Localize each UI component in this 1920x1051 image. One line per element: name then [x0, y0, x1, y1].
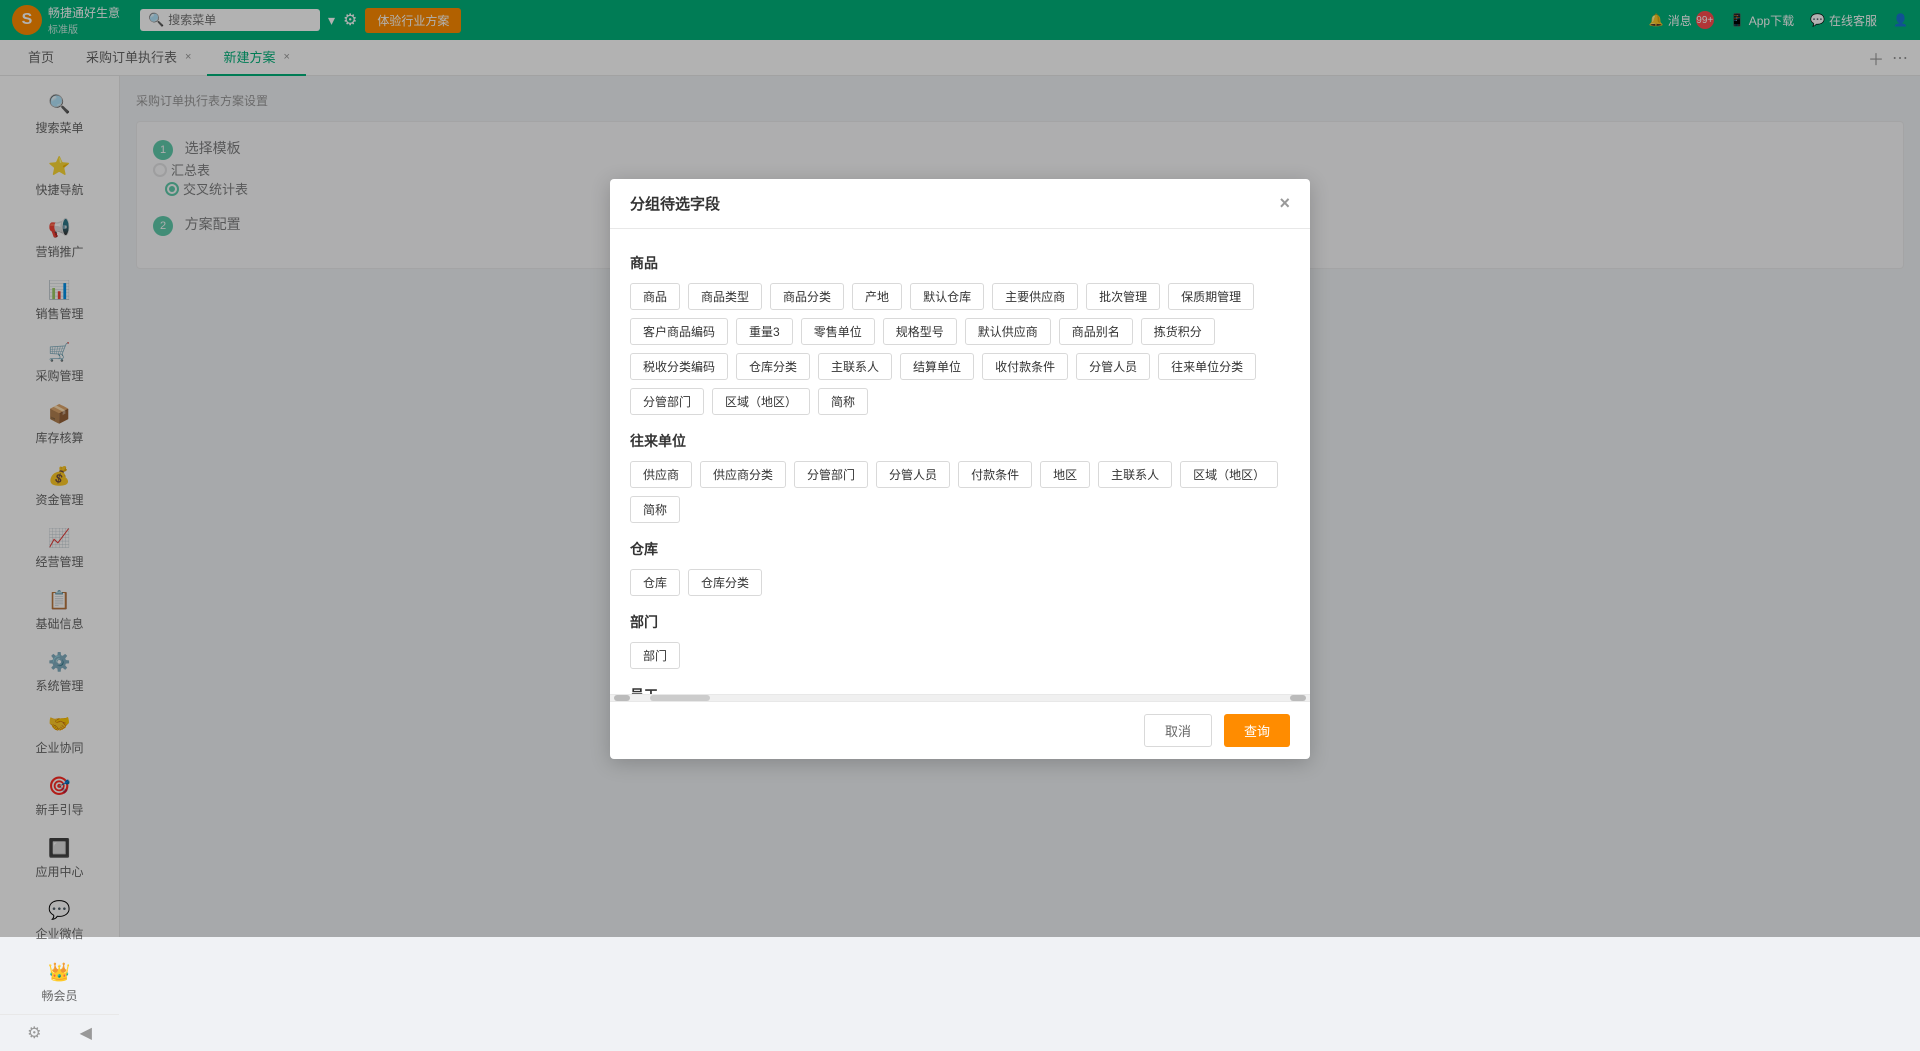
modal-header: 分组待选字段 ×: [610, 179, 1310, 229]
field-tag-product-18[interactable]: 结算单位: [900, 353, 974, 380]
field-tag-product-1[interactable]: 商品类型: [688, 283, 762, 310]
field-tag-warehouse-1[interactable]: 仓库分类: [688, 569, 762, 596]
field-tag-product-3[interactable]: 产地: [852, 283, 902, 310]
field-tag-product-2[interactable]: 商品分类: [770, 283, 844, 310]
section-title-warehouse: 仓库: [630, 539, 1290, 559]
field-tag-product-17[interactable]: 主联系人: [818, 353, 892, 380]
section-title-product: 商品: [630, 253, 1290, 273]
field-tag-product-15[interactable]: 税收分类编码: [630, 353, 728, 380]
sidebar-bottom: ⚙ ◀: [0, 1014, 119, 1051]
field-tag-partner-6[interactable]: 主联系人: [1098, 461, 1172, 488]
section-title-department: 部门: [630, 612, 1290, 632]
field-tag-partner-1[interactable]: 供应商分类: [700, 461, 786, 488]
field-tag-partner-2[interactable]: 分管部门: [794, 461, 868, 488]
field-tag-partner-4[interactable]: 付款条件: [958, 461, 1032, 488]
field-tag-product-24[interactable]: 简称: [818, 388, 868, 415]
field-tag-partner-0[interactable]: 供应商: [630, 461, 692, 488]
field-tag-partner-8[interactable]: 简称: [630, 496, 680, 523]
modal-footer: 取消 查询: [610, 701, 1310, 759]
field-tag-product-9[interactable]: 重量3: [736, 318, 793, 345]
field-tag-product-23[interactable]: 区域（地区）: [712, 388, 810, 415]
modal-close-button[interactable]: ×: [1279, 193, 1290, 214]
sidebar-collapse-btn[interactable]: ◀: [80, 1023, 92, 1043]
field-group-partner: 供应商 供应商分类 分管部门 分管人员 付款条件 地区 主联系人 区域（地区） …: [630, 461, 1290, 523]
field-tag-product-14[interactable]: 拣货积分: [1141, 318, 1215, 345]
field-tag-warehouse-0[interactable]: 仓库: [630, 569, 680, 596]
field-tag-product-10[interactable]: 零售单位: [801, 318, 875, 345]
field-tag-product-16[interactable]: 仓库分类: [736, 353, 810, 380]
modal-title: 分组待选字段: [630, 193, 720, 214]
sidebar-item-member-label: 畅会员: [41, 987, 77, 1004]
section-title-partner: 往来单位: [630, 431, 1290, 451]
field-tag-partner-5[interactable]: 地区: [1040, 461, 1090, 488]
confirm-button[interactable]: 查询: [1224, 714, 1290, 747]
field-tag-product-19[interactable]: 收付款条件: [982, 353, 1068, 380]
section-title-employee: 员工: [630, 685, 1290, 694]
field-tag-product-4[interactable]: 默认仓库: [910, 283, 984, 310]
field-tag-product-6[interactable]: 批次管理: [1086, 283, 1160, 310]
field-tag-partner-7[interactable]: 区域（地区）: [1180, 461, 1278, 488]
field-tag-partner-3[interactable]: 分管人员: [876, 461, 950, 488]
field-tag-product-11[interactable]: 规格型号: [883, 318, 957, 345]
field-tag-product-20[interactable]: 分管人员: [1076, 353, 1150, 380]
field-group-department: 部门: [630, 642, 1290, 669]
field-tag-product-12[interactable]: 默认供应商: [965, 318, 1051, 345]
field-select-modal: 分组待选字段 × 商品 商品 商品类型 商品分类 产地 默认仓库 主要供应商 批…: [610, 179, 1310, 759]
field-tag-dept-0[interactable]: 部门: [630, 642, 680, 669]
field-group-product: 商品 商品类型 商品分类 产地 默认仓库 主要供应商 批次管理 保质期管理 客户…: [630, 283, 1290, 415]
field-tag-product-0[interactable]: 商品: [630, 283, 680, 310]
field-tag-product-7[interactable]: 保质期管理: [1168, 283, 1254, 310]
field-tag-product-21[interactable]: 往来单位分类: [1158, 353, 1256, 380]
field-tag-product-13[interactable]: 商品别名: [1059, 318, 1133, 345]
field-tag-product-8[interactable]: 客户商品编码: [630, 318, 728, 345]
sidebar-item-member[interactable]: 👑 畅会员: [0, 952, 119, 1014]
sidebar-settings-btn[interactable]: ⚙: [27, 1023, 41, 1043]
cancel-button[interactable]: 取消: [1144, 714, 1212, 747]
field-tag-product-22[interactable]: 分管部门: [630, 388, 704, 415]
field-group-warehouse: 仓库 仓库分类: [630, 569, 1290, 596]
modal-horizontal-scrollbar[interactable]: [610, 694, 1310, 701]
member-icon: 👑: [48, 962, 70, 983]
field-tag-product-5[interactable]: 主要供应商: [992, 283, 1078, 310]
modal-body[interactable]: 商品 商品 商品类型 商品分类 产地 默认仓库 主要供应商 批次管理 保质期管理…: [610, 229, 1310, 694]
